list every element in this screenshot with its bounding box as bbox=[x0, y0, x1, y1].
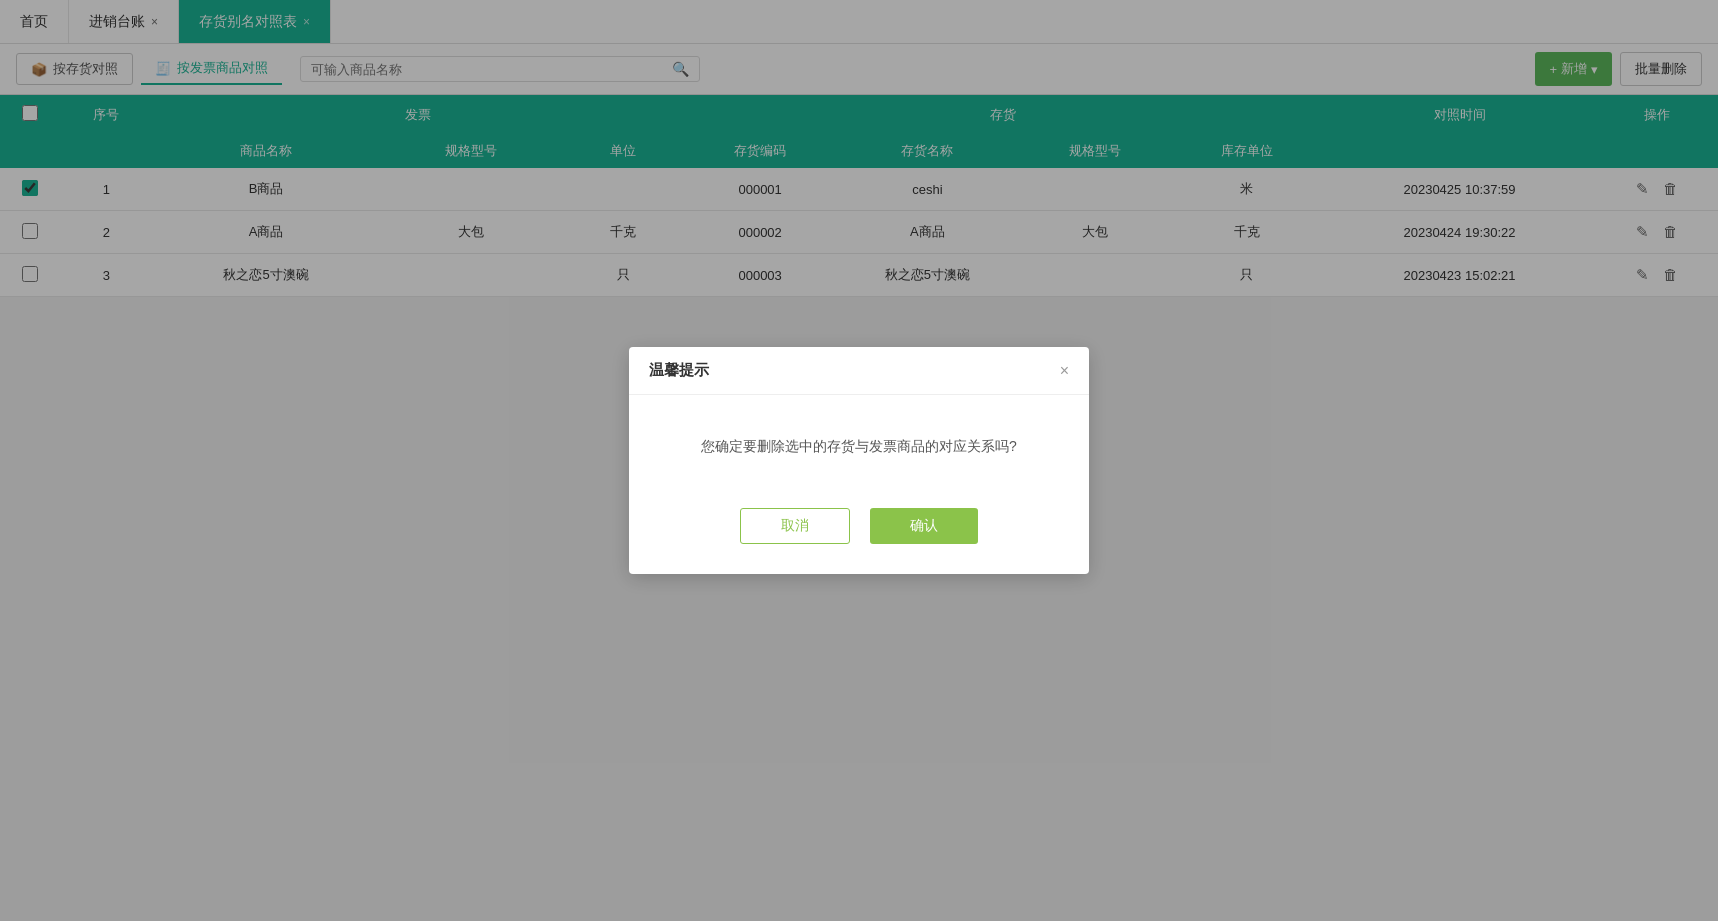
dialog-cancel-button[interactable]: 取消 bbox=[740, 508, 850, 544]
dialog-footer: 取消 确认 bbox=[629, 488, 1089, 574]
dialog-overlay: 温馨提示 × 您确定要删除选中的存货与发票商品的对应关系吗? 取消 确认 bbox=[0, 0, 1718, 921]
dialog-confirm-button[interactable]: 确认 bbox=[870, 508, 978, 544]
dialog-body: 您确定要删除选中的存货与发票商品的对应关系吗? bbox=[629, 395, 1089, 487]
dialog-message: 您确定要删除选中的存货与发票商品的对应关系吗? bbox=[701, 438, 1017, 454]
dialog-header: 温馨提示 × bbox=[629, 347, 1089, 395]
confirm-dialog: 温馨提示 × 您确定要删除选中的存货与发票商品的对应关系吗? 取消 确认 bbox=[629, 347, 1089, 573]
dialog-title: 温馨提示 bbox=[649, 361, 709, 380]
dialog-close-button[interactable]: × bbox=[1060, 363, 1069, 379]
